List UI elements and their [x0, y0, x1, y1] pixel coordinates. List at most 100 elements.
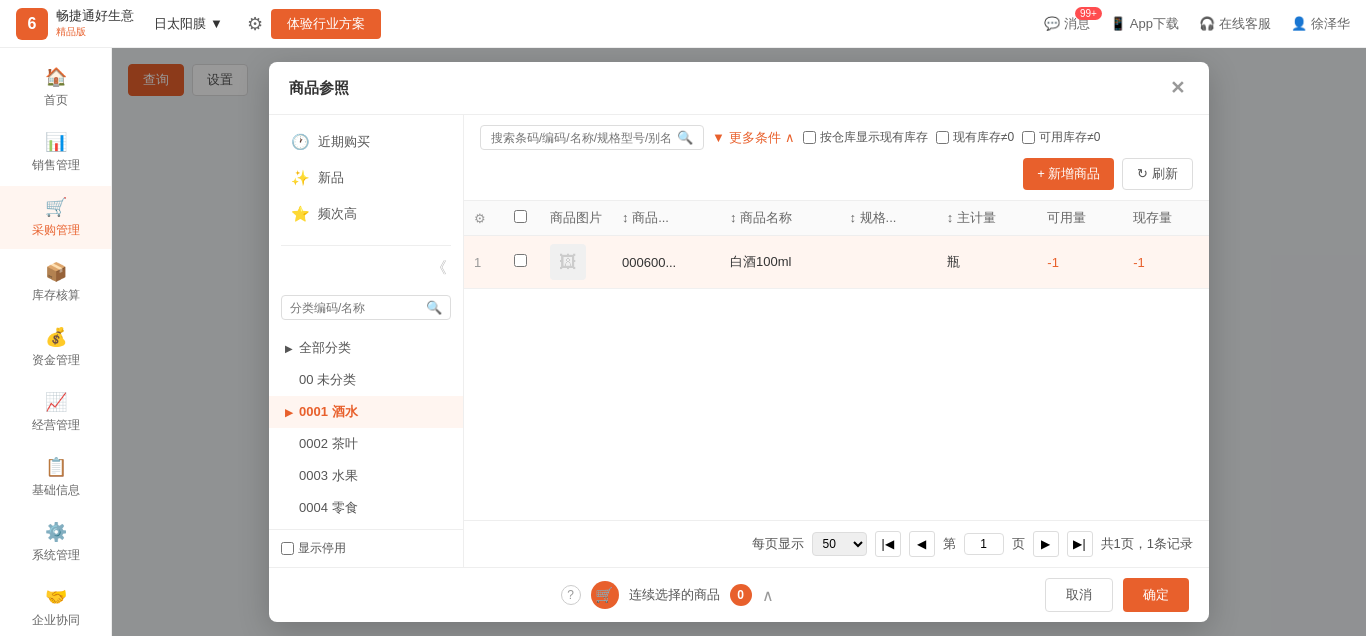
product-search-input[interactable] [491, 131, 671, 145]
prev-page-button[interactable]: ◀ [909, 531, 935, 557]
sidebar-item-finance[interactable]: 💰 资金管理 [0, 316, 111, 379]
sidebar-item-sales[interactable]: 📊 销售管理 [0, 121, 111, 184]
td-code: 000600... [612, 236, 720, 289]
sidebar-item-inventory[interactable]: 📦 库存核算 [0, 251, 111, 314]
sidebar-label-basic: 基础信息 [32, 482, 80, 499]
sidebar-label-system: 系统管理 [32, 547, 80, 564]
table-header-row: ⚙ 商品图片 ↕ [464, 201, 1209, 236]
th-stock: 现存量 [1123, 201, 1209, 236]
cart-symbol: 🛒 [595, 586, 614, 604]
quick-new[interactable]: ✨ 新品 [281, 163, 451, 193]
th-settings: ⚙ [464, 201, 504, 236]
product-table-wrap: ⚙ 商品图片 ↕ [464, 201, 1209, 520]
td-available: -1 [1037, 236, 1123, 289]
cat-fruit[interactable]: 0003 水果 [269, 460, 463, 492]
show-disabled-label[interactable]: 显示停用 [281, 540, 451, 557]
sidebar-label-purchase: 采购管理 [32, 222, 80, 239]
product-search-box[interactable]: 🔍 [480, 125, 704, 150]
cat-tea[interactable]: 0002 茶叶 [269, 428, 463, 460]
collapse-up-icon[interactable]: ∧ [762, 586, 774, 605]
operation-icon: 📈 [45, 391, 67, 413]
page-suffix: 页 [1012, 535, 1025, 553]
stock-nonzero-text: 现有库存≠0 [953, 129, 1014, 146]
logo-line2: 精品版 [56, 25, 134, 39]
cat-snack[interactable]: 0004 零食 [269, 492, 463, 524]
nav-right: 💬 消息 99+ 📱 App下载 🎧 在线客服 👤 徐泽华 [1044, 15, 1350, 33]
stock-nonzero-label[interactable]: 现有库存≠0 [936, 129, 1014, 146]
td-stock: -1 [1123, 236, 1209, 289]
filter-button[interactable]: ▼ 更多条件 ∧ [712, 129, 795, 147]
notification-item[interactable]: 💬 消息 99+ [1044, 15, 1090, 33]
sidebar-item-collab[interactable]: 🤝 企业协同 [0, 576, 111, 636]
app-download-item[interactable]: 📱 App下载 [1110, 15, 1179, 33]
stock-nonzero-checkbox[interactable] [936, 131, 949, 144]
modal-right-panel: 🔍 ▼ 更多条件 ∧ 按仓库显示现有库存 [464, 115, 1209, 567]
sort-icon-name: ↕ [730, 210, 737, 225]
user-item[interactable]: 👤 徐泽华 [1291, 15, 1350, 33]
footer-mid: ? 🛒 连续选择的商品 0 ∧ [561, 581, 774, 609]
home-icon: 🏠 [45, 66, 67, 88]
select-all-checkbox[interactable] [514, 210, 527, 223]
sidebar-item-system[interactable]: ⚙️ 系统管理 [0, 511, 111, 574]
store-selector[interactable]: 日太阳膜 ▼ [154, 15, 223, 33]
basic-icon: 📋 [45, 456, 67, 478]
per-page-select[interactable]: 50 10 20 100 [812, 532, 867, 556]
sidebar-item-basic[interactable]: 📋 基础信息 [0, 446, 111, 509]
online-service-item[interactable]: 🎧 在线客服 [1199, 15, 1271, 33]
logo-text: 畅捷通好生意 精品版 [56, 8, 134, 39]
chevron-down-icon: ▼ [210, 16, 223, 31]
system-icon: ⚙️ [45, 521, 67, 543]
available-nonzero-checkbox[interactable] [1022, 131, 1035, 144]
th-image: 商品图片 [540, 201, 612, 236]
quick-frequent[interactable]: ⭐ 频次高 [281, 199, 451, 229]
category-search-box[interactable]: 🔍 [281, 295, 451, 320]
first-page-button[interactable]: |◀ [875, 531, 901, 557]
td-image: 🖼 [540, 236, 612, 289]
sidebar-label-collab: 企业协同 [32, 612, 80, 629]
search-icon: 🔍 [677, 130, 693, 145]
add-product-button[interactable]: + 新增商品 [1023, 158, 1114, 190]
settings-icon[interactable]: ⚙ [247, 13, 263, 35]
cat-liquor-label: 0001 酒水 [299, 403, 358, 421]
table-row[interactable]: 1 🖼 [464, 236, 1209, 289]
cancel-button[interactable]: 取消 [1045, 578, 1113, 612]
collapse-button[interactable]: 《 [423, 254, 455, 283]
cat-uncategorized[interactable]: 00 未分类 [269, 364, 463, 396]
top-nav: 6 畅捷通好生意 精品版 日太阳膜 ▼ ⚙ 体验行业方案 💬 消息 99+ 📱 … [0, 0, 1366, 48]
collapse-icon: ∧ [785, 130, 795, 145]
page-input[interactable] [964, 533, 1004, 555]
total-info: 共1页，1条记录 [1101, 535, 1193, 553]
refresh-button[interactable]: ↻ 刷新 [1122, 158, 1193, 190]
modal-footer: ? 🛒 连续选择的商品 0 ∧ 取消 确定 [269, 567, 1209, 622]
row-checkbox[interactable] [514, 254, 527, 267]
headset-icon: 🎧 [1199, 16, 1215, 31]
experience-button[interactable]: 体验行业方案 [271, 9, 381, 39]
online-service-label: 在线客服 [1219, 15, 1271, 33]
continuous-label: 连续选择的商品 [629, 586, 720, 604]
modal-close-button[interactable]: ✕ [1165, 76, 1189, 100]
next-page-button[interactable]: ▶ [1033, 531, 1059, 557]
category-search-icon: 🔍 [426, 300, 442, 315]
category-search-input[interactable] [290, 301, 420, 315]
sidebar-item-home[interactable]: 🏠 首页 [0, 56, 111, 119]
cat-all[interactable]: ▶ 全部分类 [269, 332, 463, 364]
warehouse-display-label[interactable]: 按仓库显示现有库存 [803, 129, 928, 146]
show-disabled-text: 显示停用 [298, 540, 346, 557]
show-disabled-checkbox[interactable] [281, 542, 294, 555]
th-checkbox [504, 201, 540, 236]
last-page-button[interactable]: ▶| [1067, 531, 1093, 557]
warehouse-display-checkbox[interactable] [803, 131, 816, 144]
confirm-button[interactable]: 确定 [1123, 578, 1189, 612]
sort-icon: ↕ [622, 210, 629, 225]
sidebar-item-purchase[interactable]: 🛒 采购管理 [0, 186, 111, 249]
cat-liquor[interactable]: ▶ 0001 酒水 [269, 396, 463, 428]
quick-recent[interactable]: 🕐 近期购买 [281, 127, 451, 157]
cat-uncategorized-label: 00 未分类 [285, 371, 356, 389]
available-nonzero-label[interactable]: 可用库存≠0 [1022, 129, 1100, 146]
filter-text: 更多条件 [729, 129, 781, 147]
sidebar-item-operation[interactable]: 📈 经营管理 [0, 381, 111, 444]
td-checkbox[interactable] [504, 236, 540, 289]
help-icon[interactable]: ? [561, 585, 581, 605]
new-icon: ✨ [291, 169, 310, 187]
sort-icon-unit: ↕ [947, 210, 954, 225]
